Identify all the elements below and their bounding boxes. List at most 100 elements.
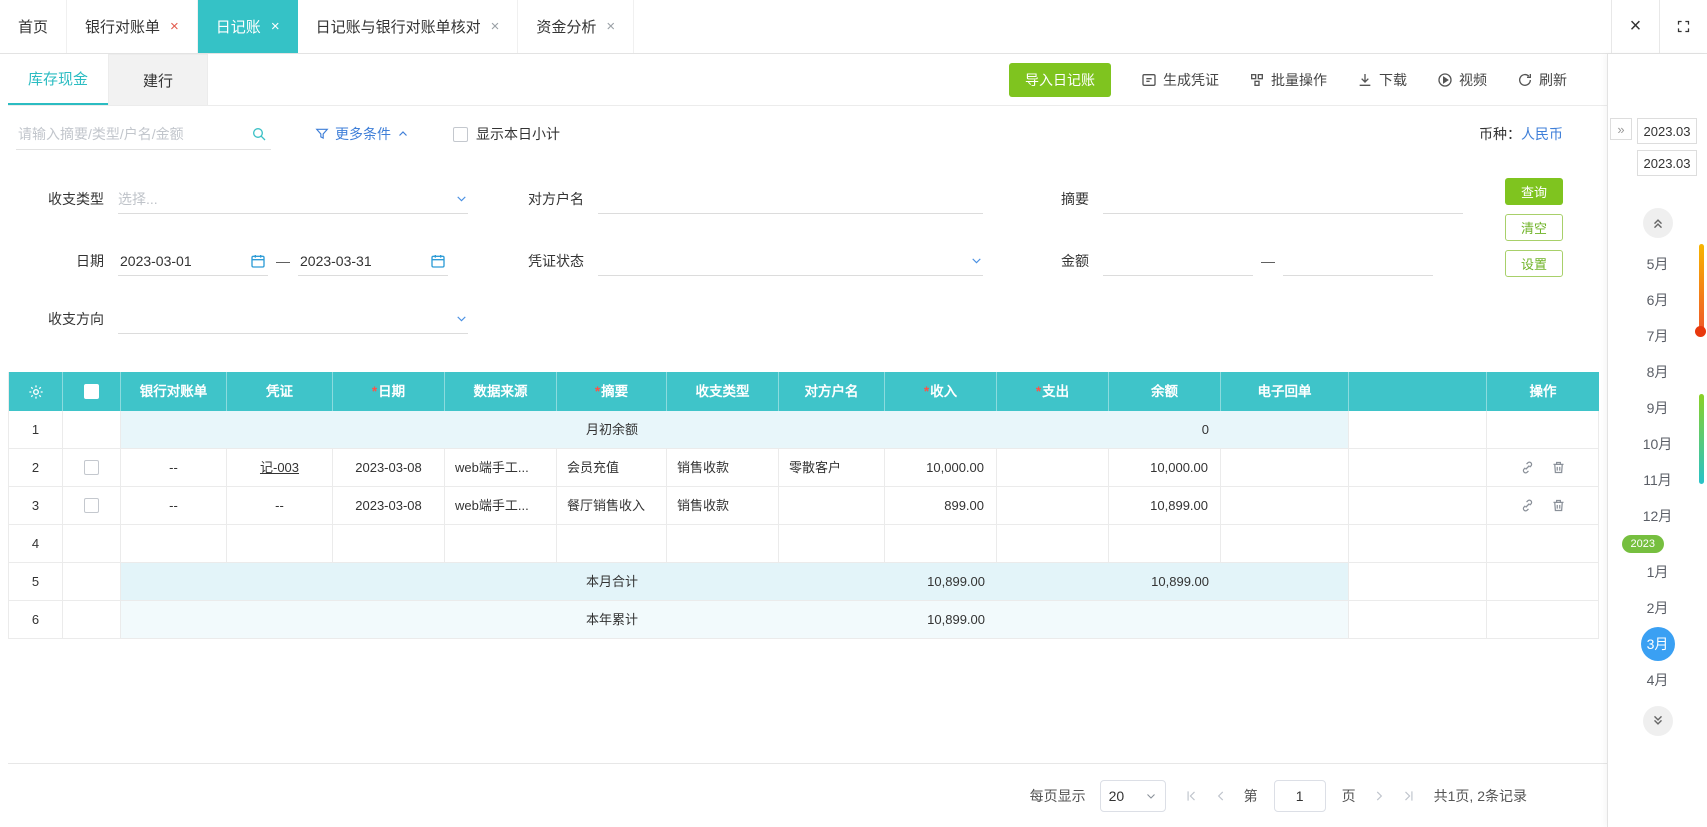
generate-voucher-button[interactable]: 生成凭证 <box>1141 70 1219 90</box>
month-total-label: 本月合计 <box>557 563 667 601</box>
chevron-down-icon <box>970 254 983 267</box>
scroll-months-up-button[interactable] <box>1642 208 1673 238</box>
last-page-button[interactable] <box>1402 789 1416 803</box>
main-content: 库存现金 建行 导入日记账 生成凭证 批量操作 下载 视频 刷新 请输入摘要/类… <box>0 54 1607 827</box>
delete-icon[interactable] <box>1551 460 1566 475</box>
month-item-feb[interactable]: 2月 <box>1636 590 1680 626</box>
year-total-income: 10,899.00 <box>885 601 997 639</box>
voucher-status-select[interactable] <box>598 246 983 276</box>
more-conditions-toggle[interactable]: 更多条件 <box>315 124 409 144</box>
month-item-oct[interactable]: 10月 <box>1636 426 1680 462</box>
month-item-mar-active[interactable]: 3月 <box>1640 627 1675 661</box>
type-select[interactable]: 选择... <box>118 184 468 214</box>
col-bank-statement: 银行对账单 <box>121 372 227 411</box>
per-page-select[interactable]: 20 <box>1099 779 1166 812</box>
date-to-picker[interactable]: 2023-03-31 <box>298 246 448 276</box>
table-row[interactable]: 4 <box>8 525 1599 563</box>
maximize-icon <box>1677 20 1690 33</box>
month-item-sep[interactable]: 9月 <box>1636 390 1680 426</box>
tab-fund-analysis[interactable]: 资金分析 × <box>518 0 635 53</box>
month-item-jul[interactable]: 7月 <box>1636 318 1680 354</box>
link-icon[interactable] <box>1520 498 1535 513</box>
next-page-button[interactable] <box>1372 789 1386 803</box>
search-icon[interactable] <box>251 126 267 142</box>
tab-journal[interactable]: 日记账 × <box>197 0 298 53</box>
maximize-button[interactable] <box>1659 0 1707 53</box>
query-button[interactable]: 查询 <box>1505 178 1563 205</box>
page-suffix: 页 <box>1341 787 1356 804</box>
month-item-dec[interactable]: 12月 <box>1636 498 1680 534</box>
month-item-aug[interactable]: 8月 <box>1636 354 1680 390</box>
month-item-nov[interactable]: 11月 <box>1636 462 1680 498</box>
download-button[interactable]: 下载 <box>1357 70 1407 90</box>
amount-min-input[interactable] <box>1103 246 1253 276</box>
link-icon[interactable] <box>1520 460 1535 475</box>
col-summary: *摘要 <box>557 372 667 411</box>
filter-form: 收支类型 选择... 对方户名 摘要 日期 2023-03-01 — 2023-… <box>8 162 1607 356</box>
tab-label: 日记账 <box>215 19 261 36</box>
scroll-months-down-button[interactable] <box>1642 706 1673 736</box>
table-row[interactable]: 2 -- 记-003 2023-03-08 web端手工... 会员充值 销售收… <box>8 449 1599 487</box>
video-button[interactable]: 视频 <box>1437 70 1487 90</box>
account-subtab-row: 库存现金 建行 导入日记账 生成凭证 批量操作 下载 视频 刷新 <box>8 54 1607 106</box>
voucher-link[interactable]: 记-003 <box>260 460 299 475</box>
row-number: 3 <box>9 487 63 525</box>
subtab-ccb-bank[interactable]: 建行 <box>108 54 208 105</box>
col-balance: 余额 <box>1109 372 1221 411</box>
scrollbar-indicator-green[interactable] <box>1699 394 1704 484</box>
counterparty-input[interactable] <box>598 184 983 214</box>
collapse-panel-button[interactable]: » <box>1610 118 1632 140</box>
subtab-cash[interactable]: 库存现金 <box>8 54 108 105</box>
close-icon[interactable]: × <box>170 19 179 34</box>
pager-nav: 第 页 <box>1184 779 1416 812</box>
search-box <box>16 118 271 150</box>
delete-icon[interactable] <box>1551 498 1566 513</box>
settings-button[interactable]: 设置 <box>1505 250 1563 277</box>
col-voucher: 凭证 <box>227 372 333 411</box>
record-count: 共1页, 2条记录 <box>1433 787 1527 804</box>
clear-button[interactable]: 清空 <box>1505 214 1563 241</box>
table-row: 6 本年累计 10,899.00 <box>8 601 1599 639</box>
tab-bank-statement[interactable]: 银行对账单 × <box>67 0 198 53</box>
search-input[interactable] <box>16 118 271 150</box>
import-journal-button[interactable]: 导入日记账 <box>1009 62 1111 97</box>
month-item-apr[interactable]: 4月 <box>1636 662 1680 698</box>
prev-page-button[interactable] <box>1214 789 1228 803</box>
month-item-jan[interactable]: 1月 <box>1636 554 1680 590</box>
scrollbar-thumb[interactable] <box>1695 326 1706 337</box>
currency-display: 币种：人民币 <box>1479 124 1563 144</box>
voucher-status-label: 凭证状态 <box>528 253 584 269</box>
page-number-input[interactable] <box>1273 779 1326 812</box>
daily-subtotal-toggle[interactable]: 显示本日小计 <box>453 124 560 144</box>
tab-label: 首页 <box>18 19 49 36</box>
amount-max-input[interactable] <box>1283 246 1433 276</box>
month-item-jun[interactable]: 6月 <box>1636 282 1680 318</box>
currency-value[interactable]: 人民币 <box>1521 126 1563 142</box>
tab-home[interactable]: 首页 <box>0 0 68 53</box>
summary-input[interactable] <box>1103 184 1463 214</box>
period-display: 2023.03 <box>1637 118 1697 144</box>
close-icon[interactable]: × <box>491 19 500 34</box>
col-type: 收支类型 <box>667 372 779 411</box>
direction-select[interactable] <box>118 304 468 334</box>
close-all-button[interactable]: × <box>1611 0 1659 53</box>
period-selected[interactable]: 2023.03 <box>1637 150 1697 176</box>
per-page-label: 每页显示 <box>1029 787 1086 804</box>
table-settings-cell[interactable] <box>9 372 63 411</box>
refresh-button[interactable]: 刷新 <box>1517 70 1567 90</box>
close-icon[interactable]: × <box>606 19 615 34</box>
row-checkbox[interactable] <box>84 498 99 513</box>
close-icon[interactable]: × <box>271 19 280 34</box>
select-all-checkbox[interactable] <box>84 384 99 399</box>
scrollbar-indicator-orange[interactable] <box>1699 244 1704 330</box>
batch-operation-button[interactable]: 批量操作 <box>1249 70 1327 90</box>
row-actions <box>1487 449 1599 487</box>
first-page-button[interactable] <box>1184 789 1198 803</box>
table-row[interactable]: 3 -- -- 2023-03-08 web端手工... 餐厅销售收入 销售收款… <box>8 487 1599 525</box>
opening-balance-label: 月初余额 <box>557 411 667 449</box>
date-from-picker[interactable]: 2023-03-01 <box>118 246 268 276</box>
tab-journal-bank-check[interactable]: 日记账与银行对账单核对 × <box>298 0 519 53</box>
row-checkbox[interactable] <box>84 460 99 475</box>
daily-subtotal-checkbox[interactable] <box>453 126 468 142</box>
month-item-may[interactable]: 5月 <box>1636 246 1680 282</box>
